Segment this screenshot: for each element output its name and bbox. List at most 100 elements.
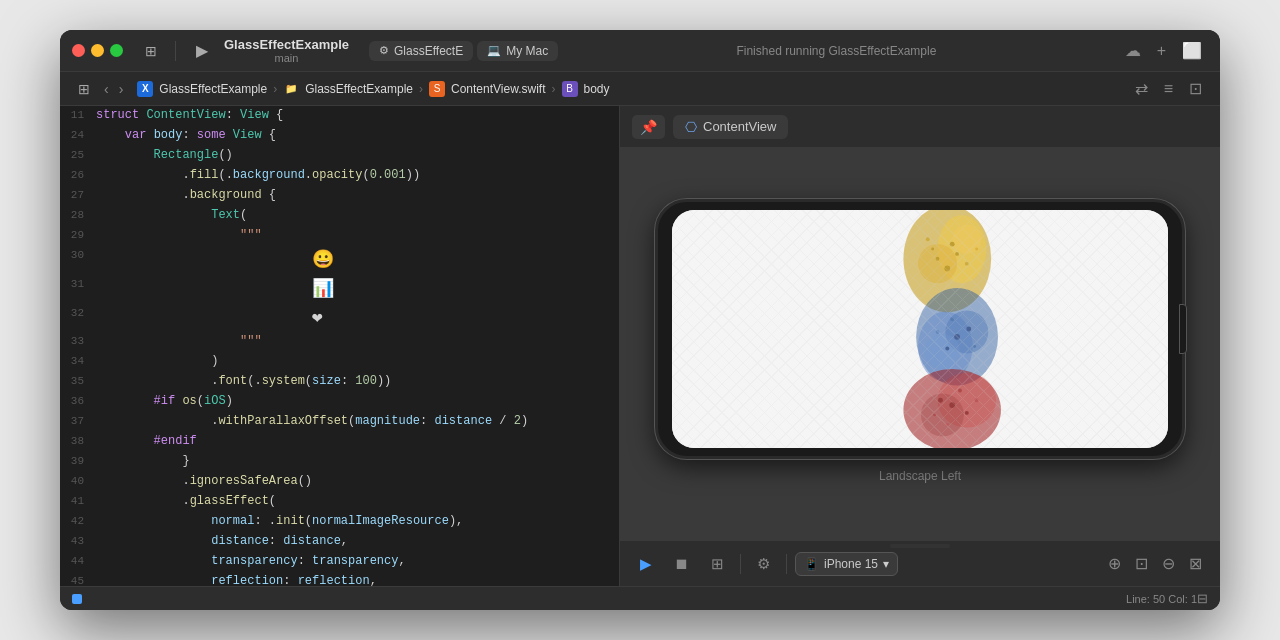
forward-button[interactable]: ›	[115, 79, 128, 99]
code-line-29: 29 """	[60, 226, 619, 246]
inspect-button[interactable]: ⚙	[749, 551, 778, 577]
tab-icon-1: ⚙	[379, 44, 389, 57]
code-line-44: 44 transparency: transparency,	[60, 552, 619, 572]
status-bar: Line: 50 Col: 1 ⊟	[60, 586, 1220, 610]
tab-icon-2: 💻	[487, 44, 501, 57]
breadcrumb-file[interactable]: ContentView.swift	[451, 82, 546, 96]
code-line-37: 37 .withParallaxOffset(magnitude: distan…	[60, 412, 619, 432]
maximize-button[interactable]	[110, 44, 123, 57]
back-button[interactable]: ‹	[100, 79, 113, 99]
chevron-down-icon: ▾	[883, 557, 889, 571]
view-badge-icon: ⎔	[685, 119, 697, 135]
code-line-33: 33 """	[60, 332, 619, 352]
code-line-31: 31 📊	[60, 275, 619, 304]
code-line-30: 30 😀	[60, 246, 619, 275]
code-line-38: 38 #endif	[60, 432, 619, 452]
body-icon: B	[562, 81, 578, 97]
code-line-26: 26 .fill(.background.opacity(0.001))	[60, 166, 619, 186]
code-line-40: 40 .ignoresSafeArea()	[60, 472, 619, 492]
close-button[interactable]	[72, 44, 85, 57]
tab1-label: GlassEffectE	[394, 44, 463, 58]
minimize-button[interactable]	[91, 44, 104, 57]
stop-preview-button[interactable]: ⏹	[666, 551, 697, 576]
zoom-controls: ⊕ ⊡ ⊖ ⊠	[1102, 550, 1208, 577]
iphone-device	[655, 199, 1185, 459]
preview-panel: 📌 ⎔ ContentView	[620, 106, 1220, 586]
titlebar: ⊞ ▶ GlassEffectExample main ⚙ GlassEffec…	[60, 30, 1220, 72]
titlebar-right: ☁ + ⬜	[1119, 37, 1208, 64]
screen-content	[672, 210, 1168, 448]
code-line-11: 11 struct ContentView: View {	[60, 106, 619, 126]
swift-icon: S	[429, 81, 445, 97]
code-line-25: 25 Rectangle()	[60, 146, 619, 166]
view-badge-label: ContentView	[703, 119, 776, 134]
device-selector-icon: 📱	[804, 557, 819, 571]
code-line-41: 41 .glassEffect(	[60, 492, 619, 512]
zoom-in-button[interactable]: ⊕	[1102, 550, 1127, 577]
breadcrumb-nav: ‹ ›	[100, 79, 127, 99]
sep3: ›	[552, 82, 556, 96]
device-label: Landscape Left	[879, 469, 961, 483]
code-line-39: 39 }	[60, 452, 619, 472]
status-text: Finished running GlassEffectExample	[562, 44, 1111, 58]
inspector-button[interactable]: ⊡	[1183, 75, 1208, 102]
xcode-icon: X	[137, 81, 153, 97]
project-info: GlassEffectExample main	[224, 37, 349, 64]
breadcrumb-folder[interactable]: GlassEffectExample	[305, 82, 413, 96]
breadcrumb-project[interactable]: GlassEffectExample	[159, 82, 267, 96]
line-col-display: Line: 50 Col: 1	[90, 593, 1197, 605]
separator2	[786, 554, 787, 574]
project-branch: main	[275, 52, 299, 64]
split-editor-button[interactable]: ⇄	[1129, 75, 1154, 102]
code-editor[interactable]: 11 struct ContentView: View { 24 var bod…	[60, 106, 620, 586]
tab-mymac[interactable]: 💻 My Mac	[477, 41, 558, 61]
contentview-badge: ⎔ ContentView	[673, 115, 788, 139]
layout-mode-button[interactable]: ⊟	[1197, 591, 1208, 606]
bottom-indicator	[890, 544, 950, 548]
status-indicator	[72, 594, 82, 604]
zoom-actual-button[interactable]: ⊠	[1183, 550, 1208, 577]
code-line-34: 34 )	[60, 352, 619, 372]
project-name: GlassEffectExample	[224, 37, 349, 52]
code-line-32: 32 ❤️	[60, 304, 619, 333]
iphone-screen	[672, 210, 1168, 448]
device-selector-label: iPhone 15	[824, 557, 878, 571]
layout-button[interactable]: ⬜	[1176, 37, 1208, 64]
zoom-out-button[interactable]: ⊖	[1156, 550, 1181, 577]
breadcrumb-bar: ⊞ ‹ › X GlassEffectExample › 📁 GlassEffe…	[60, 72, 1220, 106]
pin-button[interactable]: 📌	[632, 115, 665, 139]
screen-pattern	[672, 210, 1168, 448]
zoom-fit-button[interactable]: ⊡	[1129, 550, 1154, 577]
xcode-window: ⊞ ▶ GlassEffectExample main ⚙ GlassEffec…	[60, 30, 1220, 610]
tab2-label: My Mac	[506, 44, 548, 58]
minimap-button[interactable]: ≡	[1158, 76, 1179, 102]
traffic-lights	[72, 44, 123, 57]
code-line-43: 43 distance: distance,	[60, 532, 619, 552]
sidebar-toggle-button[interactable]: ⊞	[139, 39, 163, 63]
sep2: ›	[419, 82, 423, 96]
iphone-body	[655, 199, 1185, 459]
separator	[175, 41, 176, 61]
tab-glasseffect[interactable]: ⚙ GlassEffectE	[369, 41, 473, 61]
main-content: 11 struct ContentView: View { 24 var bod…	[60, 106, 1220, 586]
add-button[interactable]: +	[1151, 38, 1172, 64]
grid-view-button[interactable]: ⊞	[72, 77, 96, 101]
code-line-45: 45 reflection: reflection,	[60, 572, 619, 586]
code-line-36: 36 #if os(iOS)	[60, 392, 619, 412]
preview-toolbar: 📌 ⎔ ContentView	[620, 106, 1220, 148]
code-line-27: 27 .background {	[60, 186, 619, 206]
device-selector[interactable]: 📱 iPhone 15 ▾	[795, 552, 898, 576]
preview-area: Landscape Left	[620, 148, 1220, 540]
side-button	[1179, 304, 1187, 354]
breadcrumb-symbol[interactable]: body	[584, 82, 610, 96]
grid-preview-button[interactable]: ⊞	[703, 551, 732, 577]
cloud-icon-button[interactable]: ☁	[1119, 37, 1147, 64]
separator	[740, 554, 741, 574]
folder-icon: 📁	[283, 81, 299, 97]
code-line-35: 35 .font(.system(size: 100))	[60, 372, 619, 392]
play-preview-button[interactable]: ▶	[632, 551, 660, 577]
code-line-42: 42 normal: .init(normalImageResource),	[60, 512, 619, 532]
run-button[interactable]: ▶	[188, 37, 216, 64]
sep1: ›	[273, 82, 277, 96]
code-line-28: 28 Text(	[60, 206, 619, 226]
